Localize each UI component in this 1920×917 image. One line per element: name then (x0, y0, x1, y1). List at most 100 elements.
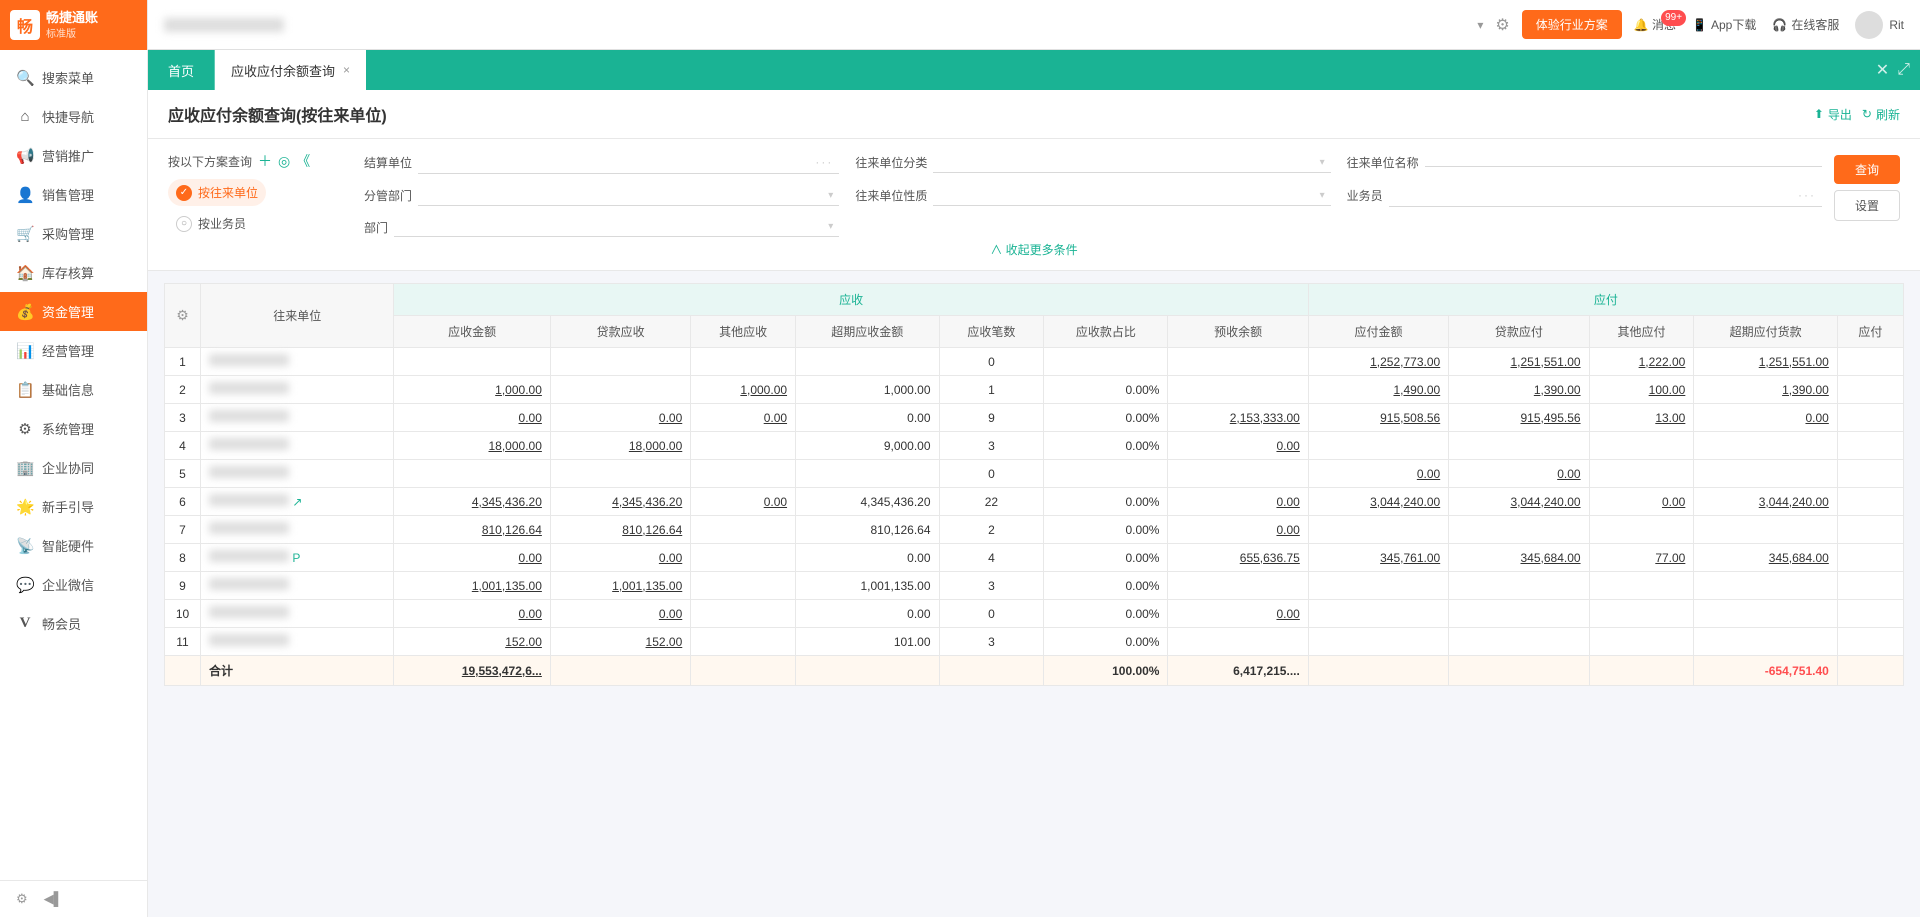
partner-name-input[interactable] (1425, 158, 1822, 167)
sidebar-item-operation[interactable]: 📊 经营管理 (0, 331, 147, 370)
sidebar-item-basic[interactable]: 📋 基础信息 (0, 370, 147, 409)
sidebar-item-system[interactable]: ⚙ 系统管理 (0, 409, 147, 448)
filter-field-dept: 分管部门 ▾ (364, 184, 839, 207)
maximize-icon[interactable]: ⤢ (1897, 61, 1910, 79)
scheme-selector: 按以下方案查询 ＋ ◎ 《 ✓ 按往来单位 ○ 按业务员 (168, 151, 348, 237)
table-row: 101,252,773.001,251,551.001,222.001,251,… (165, 348, 1904, 376)
partner-nature-input[interactable]: ▾ (933, 186, 1330, 206)
page-header-actions: ⬆ 导出 ↻ 刷新 (1814, 106, 1900, 123)
filter-field-partner-name: 往来单位名称 (1347, 151, 1822, 174)
footer-ap-ext-total (1837, 656, 1903, 686)
table-row: 8 P0.000.000.0040.00%655,636.75345,761.0… (165, 544, 1904, 572)
sidebar-item-purchase[interactable]: 🛒 采购管理 (0, 214, 147, 253)
collapse-scheme-icon[interactable]: 《 (296, 151, 310, 171)
hardware-icon: 📡 (16, 537, 34, 555)
wechat-icon: 💬 (16, 576, 34, 594)
online-service-button[interactable]: 🎧 在线客服 (1772, 16, 1839, 33)
sidebar-item-guide[interactable]: 🌟 新手引导 (0, 487, 147, 526)
salesperson-dots: ··· (1798, 188, 1816, 202)
sidebar-item-quick[interactable]: ⌂ 快捷导航 (0, 97, 147, 136)
mobile-icon: 📱 (1692, 18, 1707, 32)
col-ar-loan: 贷款应收 (550, 316, 690, 348)
dept-arrow: ▾ (828, 190, 833, 201)
finance-icon: 💰 (16, 303, 34, 321)
topbar-dropdown[interactable]: ▾ (1477, 18, 1483, 32)
settlement-input[interactable]: ··· (418, 151, 839, 174)
dept-input[interactable]: ▾ (418, 186, 839, 206)
topbar-gear-icon[interactable]: ⚙ (1495, 15, 1509, 35)
sidebar-item-marketing[interactable]: 📢 营销推广 (0, 136, 147, 175)
filter-field-partner-nature: 往来单位性质 ▾ (855, 184, 1330, 207)
table-settings-icon[interactable]: ⚙ (176, 307, 189, 323)
partner-category-input[interactable]: ▾ (933, 153, 1330, 173)
add-scheme-icon[interactable]: ＋ (258, 151, 272, 171)
sidebar-item-finance[interactable]: 💰 资金管理 (0, 292, 147, 331)
breadcrumb (164, 18, 1465, 32)
tabbar-right: ✕ ⤢ (1866, 50, 1920, 90)
close-window-icon[interactable]: ✕ (1876, 60, 1889, 80)
table-row: 418,000.0018,000.009,000.0030.00%0.00 (165, 432, 1904, 460)
table-footer: 合计 19,553,472,6... 100.00% 6,417,215....… (165, 656, 1904, 686)
sidebar-label-member: 畅会员 (42, 614, 81, 633)
sidebar-item-member[interactable]: V 畅会员 (0, 604, 147, 643)
sidebar-item-corp[interactable]: 🏢 企业协同 (0, 448, 147, 487)
sidebar-label-purchase: 采购管理 (42, 224, 94, 243)
sidebar-label-quick: 快捷导航 (42, 107, 94, 126)
filter-field-department: 部门 ▾ (364, 217, 839, 237)
export-button[interactable]: ⬆ 导出 (1814, 106, 1852, 123)
sidebar-item-hardware[interactable]: 📡 智能硬件 (0, 526, 147, 565)
sidebar-label-corp: 企业协同 (42, 458, 94, 477)
salesperson-input[interactable]: ··· (1389, 184, 1822, 207)
tabbar: 首页 应收应付余额查询 × ✕ ⤢ (148, 50, 1920, 90)
department-input[interactable]: ▾ (394, 217, 839, 237)
industry-solution-button[interactable]: 体验行业方案 (1522, 10, 1622, 39)
service-icon: 🎧 (1772, 18, 1787, 32)
footer-ar-count-total (939, 656, 1044, 686)
sidebar-label-inventory: 库存核算 (42, 263, 94, 282)
page-title: 应收应付余额查询(按往来单位) (168, 102, 387, 126)
tab-ar-query[interactable]: 应收应付余额查询 × (215, 50, 366, 90)
corp-icon: 🏢 (16, 459, 34, 477)
notification-button[interactable]: 🔔 消息 99+ (1634, 16, 1676, 33)
sidebar-menu: 🔍 搜索菜单 ⌂ 快捷导航 📢 营销推广 👤 销售管理 🛒 采购管理 🏠 库存核… (0, 50, 147, 880)
col-receivable-group: 应收 (394, 284, 1308, 316)
partner-cell: P (201, 544, 394, 572)
edit-scheme-icon[interactable]: ◎ (278, 153, 290, 170)
col-ar-ratio: 应收款占比 (1044, 316, 1168, 348)
sidebar-item-inventory[interactable]: 🏠 库存核算 (0, 253, 147, 292)
scheme-item-salesperson[interactable]: ○ 按业务员 (168, 210, 348, 237)
partner-cell (201, 600, 394, 628)
refresh-button[interactable]: ↻ 刷新 (1862, 106, 1900, 123)
logo-text: 畅捷通账 (46, 10, 98, 26)
sidebar-item-wechat[interactable]: 💬 企业微信 (0, 565, 147, 604)
sidebar-collapse-btn[interactable]: ◀▌ (44, 891, 63, 907)
set-button[interactable]: 设置 (1834, 190, 1900, 221)
tab-close-icon[interactable]: × (343, 63, 350, 77)
sidebar-label-marketing: 营销推广 (42, 146, 94, 165)
table-row: 91,001,135.001,001,135.001,001,135.0030.… (165, 572, 1904, 600)
filter-field-salesperson: 业务员 ··· (1347, 184, 1822, 207)
query-button[interactable]: 查询 (1834, 155, 1900, 184)
user-avatar[interactable]: Rit (1855, 11, 1904, 39)
scheme-label: 按以下方案查询 (168, 153, 252, 170)
sidebar-label-guide: 新手引导 (42, 497, 94, 516)
app-download-button[interactable]: 📱 App下载 (1692, 16, 1756, 33)
tab-home[interactable]: 首页 (148, 50, 215, 90)
data-table: ⚙ 往来单位 应收 应付 应收金额 贷款应收 其他应收 超期应收金额 应收笔数 … (164, 283, 1904, 686)
scheme-item-partner[interactable]: ✓ 按往来单位 (168, 179, 266, 206)
footer-ap-overdue-total: -654,751.40 (1694, 656, 1837, 686)
sales-icon: 👤 (16, 186, 34, 204)
partner-cell (201, 404, 394, 432)
settlement-dots: ··· (815, 155, 833, 169)
sidebar-item-search[interactable]: 🔍 搜索菜单 (0, 58, 147, 97)
collapse-filter-button[interactable]: ∧ 收起更多条件 (168, 237, 1900, 266)
export-label: 导出 (1828, 106, 1852, 123)
partner-cell (201, 516, 394, 544)
footer-ar-total[interactable]: 19,553,472,6... (394, 656, 550, 686)
topbar: ▾ ⚙ 体验行业方案 🔔 消息 99+ 📱 App下载 🎧 在线客服 Rit (148, 0, 1920, 50)
sidebar-item-sales[interactable]: 👤 销售管理 (0, 175, 147, 214)
inventory-icon: 🏠 (16, 264, 34, 282)
sidebar-label-finance: 资金管理 (42, 302, 94, 321)
sidebar-settings-btn[interactable]: ⚙ (16, 891, 28, 907)
sidebar-label-hardware: 智能硬件 (42, 536, 94, 555)
